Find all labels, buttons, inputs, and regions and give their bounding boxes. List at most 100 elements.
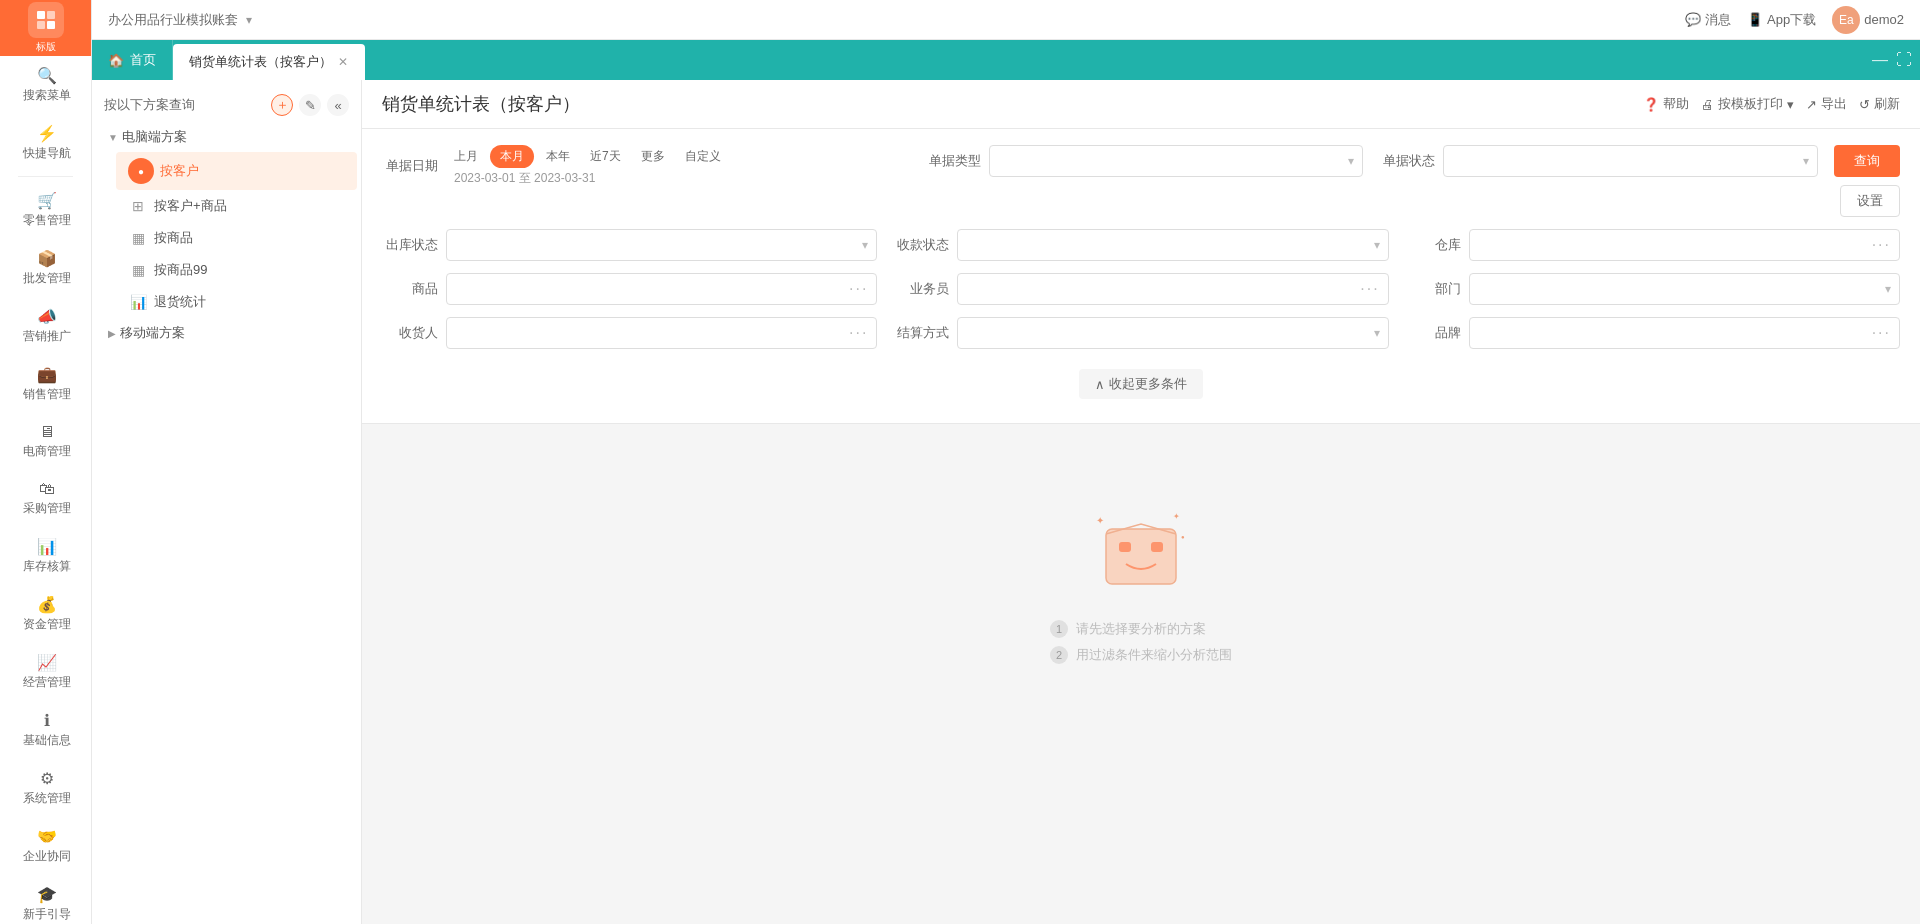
doc-status-label: 单据状态	[1379, 152, 1435, 170]
tree-child-by-customer[interactable]: ● 按客户	[116, 152, 357, 190]
tree-parent-desktop[interactable]: ▼ 电脑端方案	[96, 122, 357, 152]
help-icon: ❓	[1643, 97, 1659, 112]
sidebar-item-ecommerce[interactable]: 🖥 电商管理	[0, 413, 91, 470]
tab-sales-stats[interactable]: 销货单统计表（按客户） ✕	[173, 44, 365, 80]
doc-type-select[interactable]: ▾	[989, 145, 1364, 177]
date-custom-btn[interactable]: 自定义	[677, 145, 729, 168]
add-scheme-btn[interactable]: ＋	[271, 94, 293, 116]
warehouse-select[interactable]: ···	[1469, 229, 1900, 261]
message-icon: 💬	[1685, 12, 1701, 27]
by-goods99-icon: ▦	[128, 260, 148, 280]
ship-status-label: 出库状态	[382, 236, 438, 254]
tabbar: 🏠 首页 销货单统计表（按客户） ✕ — ⛶	[92, 40, 1920, 80]
refresh-btn[interactable]: ↺ 刷新	[1859, 95, 1900, 113]
tab-close-icon[interactable]: ✕	[338, 55, 348, 69]
brand-select[interactable]: ···	[1469, 317, 1900, 349]
tab-minimize-icon[interactable]: —	[1872, 51, 1888, 69]
brand-label: 品牌	[1405, 324, 1461, 342]
tree-child-by-goods[interactable]: ▦ 按商品	[116, 222, 357, 254]
sidebar-item-basic[interactable]: ℹ 基础信息	[0, 701, 91, 759]
collapse-panel-btn[interactable]: «	[327, 94, 349, 116]
tree-child-by-goods99[interactable]: ▦ 按商品99	[116, 254, 357, 286]
export-btn[interactable]: ↗ 导出	[1806, 95, 1847, 113]
sidebar-item-guide[interactable]: 🎓 新手引导	[0, 875, 91, 924]
sidebar-item-search-menu[interactable]: 🔍 搜索菜单	[0, 56, 91, 114]
date-7days-btn[interactable]: 近7天	[582, 145, 629, 168]
sidebar-item-cooperation[interactable]: 🤝 企业协同	[0, 817, 91, 875]
tree-parent-mobile[interactable]: ▶ 移动端方案	[96, 318, 357, 348]
salesperson-label: 业务员	[893, 280, 949, 298]
sidebar-item-label: 销售管理	[23, 386, 71, 403]
svg-rect-1	[47, 11, 55, 19]
sidebar-item-label: 电商管理	[23, 443, 71, 460]
salesperson-dots: ···	[1360, 280, 1379, 298]
sidebar-item-sales[interactable]: 💼 销售管理	[0, 355, 91, 413]
topbar-dropdown-icon[interactable]: ▾	[246, 13, 252, 27]
doc-type-dropdown-icon: ▾	[1348, 154, 1354, 168]
tab-maximize-icon[interactable]: ⛶	[1896, 51, 1912, 69]
sidebar-item-marketing[interactable]: 📣 营销推广	[0, 297, 91, 355]
department-label: 部门	[1405, 280, 1461, 298]
doc-status-select[interactable]: ▾	[1443, 145, 1818, 177]
svg-rect-6	[1151, 542, 1163, 552]
customer-goods-icon: ⊞	[128, 196, 148, 216]
department-select[interactable]: ▾	[1469, 273, 1900, 305]
sidebar-item-inventory[interactable]: 📊 库存核算	[0, 527, 91, 585]
doc-type-label: 单据类型	[925, 152, 981, 170]
topbar: 办公用品行业模拟账套 ▾ 💬 消息 📱 App下载 Ea demo2	[92, 0, 1920, 40]
inventory-icon: 📊	[37, 537, 57, 556]
tree-child-return-stats[interactable]: 📊 退货统计	[116, 286, 357, 318]
tree-expand-icon: ▼	[108, 132, 118, 143]
message-btn[interactable]: 💬 消息	[1685, 11, 1731, 29]
system-icon: ⚙	[40, 769, 54, 788]
sidebar-item-quick-nav[interactable]: ⚡ 快捷导航	[0, 114, 91, 172]
left-panel-actions: ＋ ✎ «	[271, 94, 349, 116]
sidebar-item-wholesale[interactable]: 📦 批发管理	[0, 239, 91, 297]
settlement-select[interactable]: ▾	[957, 317, 1388, 349]
date-label: 单据日期	[382, 157, 438, 175]
sidebar-item-system[interactable]: ⚙ 系统管理	[0, 759, 91, 817]
query-button[interactable]: 查询	[1834, 145, 1900, 177]
payment-status-select[interactable]: ▾	[957, 229, 1388, 261]
tip-num-1: 1	[1050, 620, 1068, 638]
sales-icon: 💼	[37, 365, 57, 384]
settings-button[interactable]: 设置	[1840, 185, 1900, 217]
sidebar-item-operations[interactable]: 📈 经营管理	[0, 643, 91, 701]
help-btn[interactable]: ❓ 帮助	[1643, 95, 1689, 113]
date-last-month-btn[interactable]: 上月	[446, 145, 486, 168]
sidebar-item-purchase[interactable]: 🛍 采购管理	[0, 470, 91, 527]
date-this-year-btn[interactable]: 本年	[538, 145, 578, 168]
operations-icon: 📈	[37, 653, 57, 672]
empty-tip-2: 2 用过滤条件来缩小分析范围	[1050, 646, 1232, 664]
app-download-btn[interactable]: 📱 App下载	[1747, 11, 1816, 29]
goods-select[interactable]: ···	[446, 273, 877, 305]
date-more-btn[interactable]: 更多	[633, 145, 673, 168]
sidebar-divider	[18, 176, 73, 177]
goods-label: 商品	[382, 280, 438, 298]
date-this-month-btn[interactable]: 本月	[490, 145, 534, 168]
collapse-filters-btn[interactable]: ∧ 收起更多条件	[1079, 369, 1203, 399]
tabbar-actions: — ⛶	[1872, 51, 1920, 69]
logo-icon	[28, 2, 64, 38]
tab-home[interactable]: 🏠 首页	[92, 40, 173, 80]
receiver-select[interactable]: ···	[446, 317, 877, 349]
wholesale-icon: 📦	[37, 249, 57, 268]
edit-scheme-btn[interactable]: ✎	[299, 94, 321, 116]
sidebar-item-retail[interactable]: 🛒 零售管理	[0, 181, 91, 239]
print-btn[interactable]: 🖨 按模板打印 ▾	[1701, 95, 1794, 113]
query-btn-group: 查询 设置	[1834, 145, 1900, 217]
ship-status-select[interactable]: ▾	[446, 229, 877, 261]
sidebar-item-finance[interactable]: 💰 资金管理	[0, 585, 91, 643]
logo-text: 标版	[36, 40, 56, 54]
return-stats-icon: 📊	[128, 292, 148, 312]
retail-icon: 🛒	[37, 191, 57, 210]
user-menu[interactable]: Ea demo2	[1832, 6, 1904, 34]
salesperson-select[interactable]: ···	[957, 273, 1388, 305]
topbar-left: 办公用品行业模拟账套 ▾	[108, 11, 252, 29]
left-panel-header: 按以下方案查询 ＋ ✎ «	[92, 88, 361, 122]
tree-parent-label-mobile: 移动端方案	[120, 324, 185, 342]
tree-children-desktop: ● 按客户 ⊞ 按客户+商品 ▦ 按商品 ▦ 按商品99	[96, 152, 357, 318]
payment-status-label: 收款状态	[893, 236, 949, 254]
tree-child-label: 按客户+商品	[154, 197, 227, 215]
tree-child-customer-goods[interactable]: ⊞ 按客户+商品	[116, 190, 357, 222]
